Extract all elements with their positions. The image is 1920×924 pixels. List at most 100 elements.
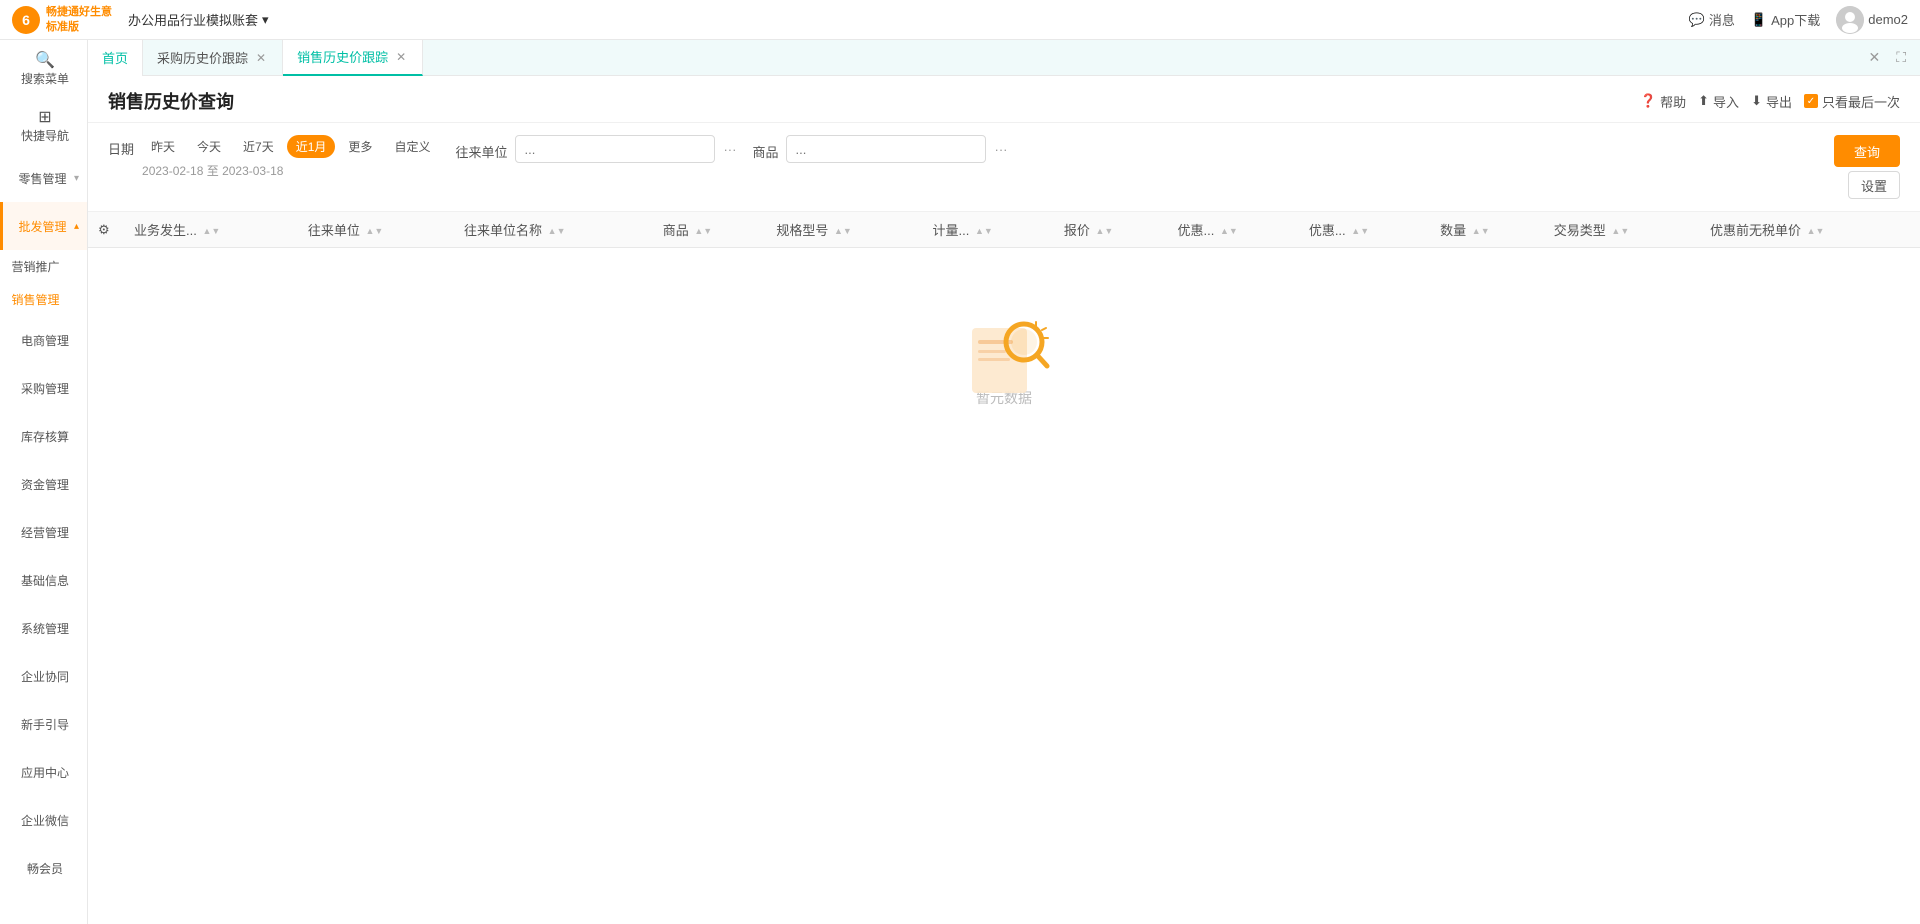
customer-more-icon[interactable]: ··· <box>723 142 736 157</box>
sidebar-item-system-mgmt[interactable]: 系统管理 <box>0 604 87 652</box>
sidebar-item-enterprise-wechat[interactable]: 企业微信 <box>0 796 87 844</box>
th-unit[interactable]: 计量... ▲▼ <box>923 212 1054 248</box>
date-btn-more[interactable]: 更多 <box>339 135 381 158</box>
product-more-icon[interactable]: ··· <box>994 142 1007 157</box>
sidebar-item-retail-mgmt[interactable]: 零售管理 ▾ <box>0 154 87 202</box>
import-button[interactable]: ⬆ 导入 <box>1698 92 1739 111</box>
date-btn-custom[interactable]: 自定义 <box>385 135 439 158</box>
sort-arrows-quantity: ▲▼ <box>1472 227 1490 236</box>
content-area: 首页 采购历史价跟踪 ✕ 销售历史价跟踪 ✕ ✕ ⛶ 销售历史价查询 ❓ 帮助 <box>88 40 1920 924</box>
sort-arrows-discount1: ▲▼ <box>1220 227 1238 236</box>
sort-arrows-quote-price: ▲▼ <box>1095 227 1113 236</box>
sidebar-item-newbie-guide[interactable]: 新手引导 <box>0 700 87 748</box>
sidebar-item-marketing[interactable]: 营销推广 <box>0 250 87 283</box>
avatar <box>1836 6 1864 34</box>
product-filter-label: 商品 <box>752 138 778 161</box>
sort-arrows-unit: ▲▼ <box>975 227 993 236</box>
date-btn-yesterday[interactable]: 昨天 <box>142 135 184 158</box>
sidebar-item-finance-mgmt[interactable]: 资金管理 <box>0 460 87 508</box>
empty-state: 暂元数据 <box>88 248 1920 468</box>
date-btn-last7days[interactable]: 近7天 <box>234 135 283 158</box>
help-icon: ❓ <box>1640 93 1656 109</box>
th-biz-date[interactable]: 业务发生... ▲▼ <box>124 212 298 248</box>
th-customer-name[interactable]: 往来单位名称 ▲▼ <box>454 212 653 248</box>
settings-button[interactable]: 设置 <box>1848 171 1900 199</box>
export-button[interactable]: ⬇ 导出 <box>1751 92 1792 111</box>
customer-filter-group: 往来单位 ··· <box>455 135 736 163</box>
sidebar-item-search-menu[interactable]: 🔍 搜索菜单 <box>0 40 87 97</box>
phone-icon: 📱 <box>1751 12 1767 28</box>
page-header: 销售历史价查询 ❓ 帮助 ⬆ 导入 ⬇ 导出 ✓ 只看最后一次 <box>88 76 1920 123</box>
th-discount2[interactable]: 优惠... ▲▼ <box>1299 212 1430 248</box>
sidebar-item-sales-mgmt[interactable]: 销售管理 <box>0 283 87 316</box>
sidebar-item-inventory-check[interactable]: 库存核算 <box>0 412 87 460</box>
tab-close-sales-history[interactable]: ✕ <box>394 49 408 65</box>
th-spec[interactable]: 规格型号 ▲▼ <box>766 212 922 248</box>
sort-arrows-customer-name: ▲▼ <box>548 227 566 236</box>
sidebar-item-member[interactable]: 畅会员 <box>0 844 87 892</box>
tab-sales-history[interactable]: 销售历史价跟踪 ✕ <box>283 40 423 76</box>
close-all-tabs-icon[interactable]: ✕ <box>1864 45 1884 70</box>
app-download-button[interactable]: 📱 App下载 <box>1751 10 1820 29</box>
grid-icon: ⊞ <box>38 107 51 127</box>
company-selector[interactable]: 办公用品行业模拟账套 ▾ <box>120 6 277 33</box>
sort-arrows-discount2: ▲▼ <box>1351 227 1369 236</box>
filter-right-actions: 查询 设置 <box>1834 135 1900 199</box>
date-filter-options: 昨天 今天 近7天 近1月 更多 自定义 2023-02-18 至 2023-0… <box>142 135 439 179</box>
th-quote-price[interactable]: 报价 ▲▼ <box>1054 212 1168 248</box>
sort-arrows-pretax-price: ▲▼ <box>1807 227 1825 236</box>
sort-arrows-spec: ▲▼ <box>834 227 852 236</box>
gear-icon: ⚙ <box>98 222 110 237</box>
user-menu[interactable]: demo2 <box>1836 6 1908 34</box>
sort-arrows-product: ▲▼ <box>694 227 712 236</box>
customer-input[interactable] <box>515 135 715 163</box>
empty-state-svg <box>964 308 1054 398</box>
chevron-up-icon: ▴ <box>74 221 79 232</box>
last-only-checkbox[interactable]: ✓ 只看最后一次 <box>1804 92 1900 111</box>
product-input[interactable] <box>786 135 986 163</box>
filter-bar: 日期 昨天 今天 近7天 近1月 更多 自定义 2023-02-18 至 202… <box>88 123 1920 212</box>
date-btn-today[interactable]: 今天 <box>188 135 230 158</box>
sidebar-item-ecommerce-mgmt[interactable]: 电商管理 <box>0 316 87 364</box>
tab-close-purchase-history[interactable]: ✕ <box>254 50 268 66</box>
th-gear[interactable]: ⚙ <box>88 212 124 248</box>
tab-bar-end: ✕ ⛶ <box>1854 45 1920 70</box>
table-container[interactable]: ⚙ 业务发生... ▲▼ 往来单位 ▲▼ 往来单位名称 ▲▼ <box>88 212 1920 924</box>
tab-bar: 首页 采购历史价跟踪 ✕ 销售历史价跟踪 ✕ ✕ ⛶ <box>88 40 1920 76</box>
sidebar-item-enterprise-collab[interactable]: 企业协同 <box>0 652 87 700</box>
sort-arrows-trade-type: ▲▼ <box>1611 227 1629 236</box>
sidebar-item-purchase-mgmt[interactable]: 采购管理 <box>0 364 87 412</box>
sidebar-item-ops-mgmt[interactable]: 经营管理 <box>0 508 87 556</box>
customer-filter-label: 往来单位 <box>455 138 507 161</box>
sidebar-item-app-center[interactable]: 应用中心 <box>0 748 87 796</box>
message-icon: 💬 <box>1689 12 1705 28</box>
empty-illustration <box>964 308 1044 388</box>
message-button[interactable]: 💬 消息 <box>1689 10 1735 29</box>
date-filter-label: 日期 <box>108 135 134 158</box>
top-bar-right: 💬 消息 📱 App下载 demo2 <box>1689 6 1908 34</box>
logo-area: 6 畅捷通好生意 标准版 <box>12 5 112 34</box>
th-product[interactable]: 商品 ▲▼ <box>653 212 767 248</box>
sidebar-item-basic-info[interactable]: 基础信息 <box>0 556 87 604</box>
main-layout: 🔍 搜索菜单 ⊞ 快捷导航 零售管理 ▾ 批发管理 ▴ 营销推广 销售管理 电商… <box>0 40 1920 924</box>
checkbox-checked-icon: ✓ <box>1804 94 1818 108</box>
date-filter-group: 日期 昨天 今天 近7天 近1月 更多 自定义 2023-02-18 至 202… <box>108 135 439 179</box>
top-bar: 6 畅捷通好生意 标准版 办公用品行业模拟账套 ▾ 💬 消息 📱 App下载 d… <box>0 0 1920 40</box>
th-pretax-price[interactable]: 优惠前无税单价 ▲▼ <box>1700 212 1920 248</box>
page-title: 销售历史价查询 <box>108 88 234 114</box>
th-customer-code[interactable]: 往来单位 ▲▼ <box>298 212 454 248</box>
tab-purchase-history[interactable]: 采购历史价跟踪 ✕ <box>143 40 283 76</box>
help-button[interactable]: ❓ 帮助 <box>1640 92 1686 111</box>
sidebar: 🔍 搜索菜单 ⊞ 快捷导航 零售管理 ▾ 批发管理 ▴ 营销推广 销售管理 电商… <box>0 40 88 924</box>
fullscreen-icon[interactable]: ⛶ <box>1892 45 1910 70</box>
sidebar-item-quick-nav[interactable]: ⊞ 快捷导航 <box>0 97 87 154</box>
query-button[interactable]: 查询 <box>1834 135 1900 167</box>
data-table: ⚙ 业务发生... ▲▼ 往来单位 ▲▼ 往来单位名称 ▲▼ <box>88 212 1920 248</box>
date-btn-last1month[interactable]: 近1月 <box>287 135 336 158</box>
tab-home[interactable]: 首页 <box>88 40 143 76</box>
th-discount1[interactable]: 优惠... ▲▼ <box>1167 212 1298 248</box>
th-quantity[interactable]: 数量 ▲▼ <box>1430 212 1544 248</box>
th-trade-type[interactable]: 交易类型 ▲▼ <box>1544 212 1700 248</box>
sidebar-item-wholesale-mgmt[interactable]: 批发管理 ▴ <box>0 202 87 250</box>
chevron-down-icon: ▾ <box>74 173 79 184</box>
